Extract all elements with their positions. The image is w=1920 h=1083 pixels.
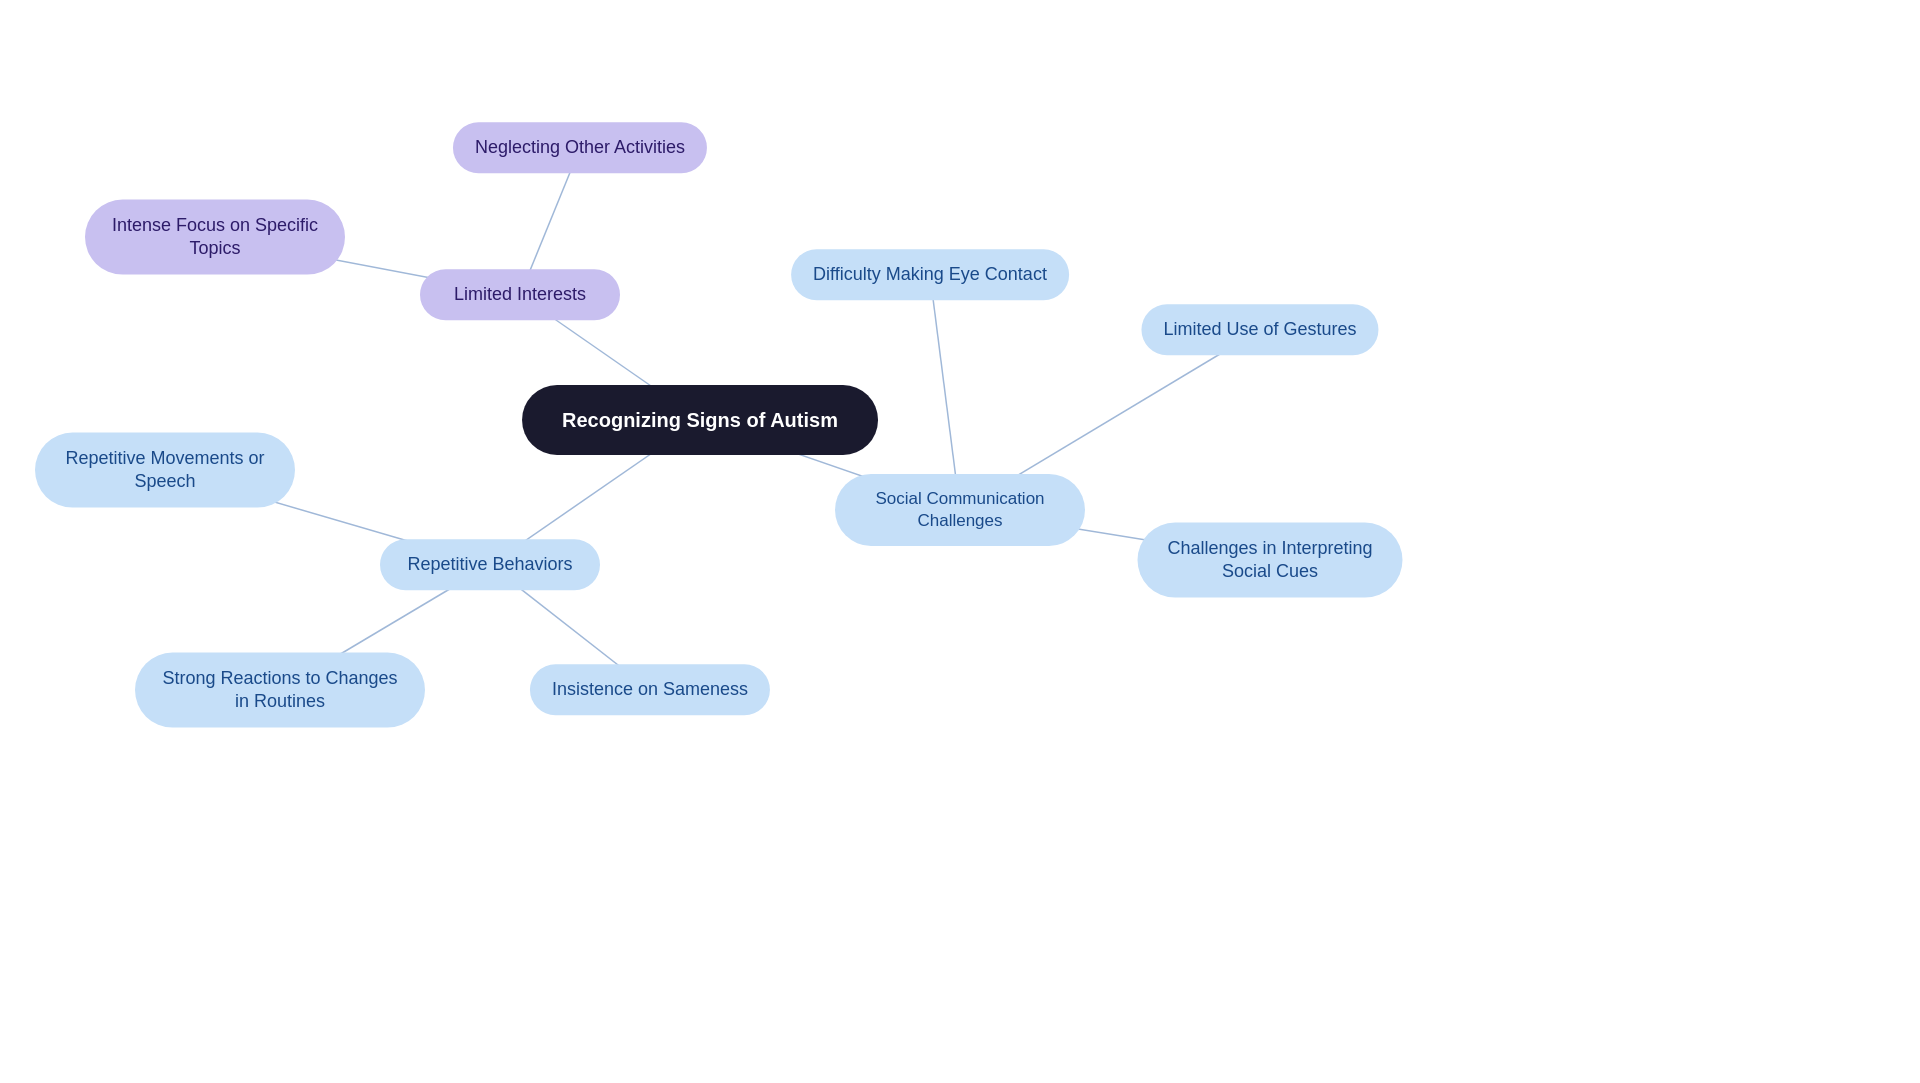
- intense-focus-node: Intense Focus on Specific Topics: [85, 200, 345, 275]
- strong-reactions-node: Strong Reactions to Changes in Routines: [135, 653, 425, 728]
- social-communication-node: Social Communication Challenges: [835, 474, 1085, 546]
- neglecting-other-activities-node: Neglecting Other Activities: [453, 122, 707, 173]
- mind-map-container: Recognizing Signs of Autism Limited Inte…: [0, 0, 1920, 1083]
- repetitive-behaviors-node: Repetitive Behaviors: [380, 539, 600, 590]
- limited-interests-node: Limited Interests: [420, 269, 620, 320]
- limited-use-gestures-node: Limited Use of Gestures: [1141, 304, 1378, 355]
- challenges-social-cues-node: Challenges in Interpreting Social Cues: [1138, 523, 1403, 598]
- insistence-on-sameness-node: Insistence on Sameness: [530, 664, 770, 715]
- difficulty-eye-contact-node: Difficulty Making Eye Contact: [791, 249, 1069, 300]
- repetitive-movements-node: Repetitive Movements or Speech: [35, 433, 295, 508]
- center-node: Recognizing Signs of Autism: [522, 385, 878, 455]
